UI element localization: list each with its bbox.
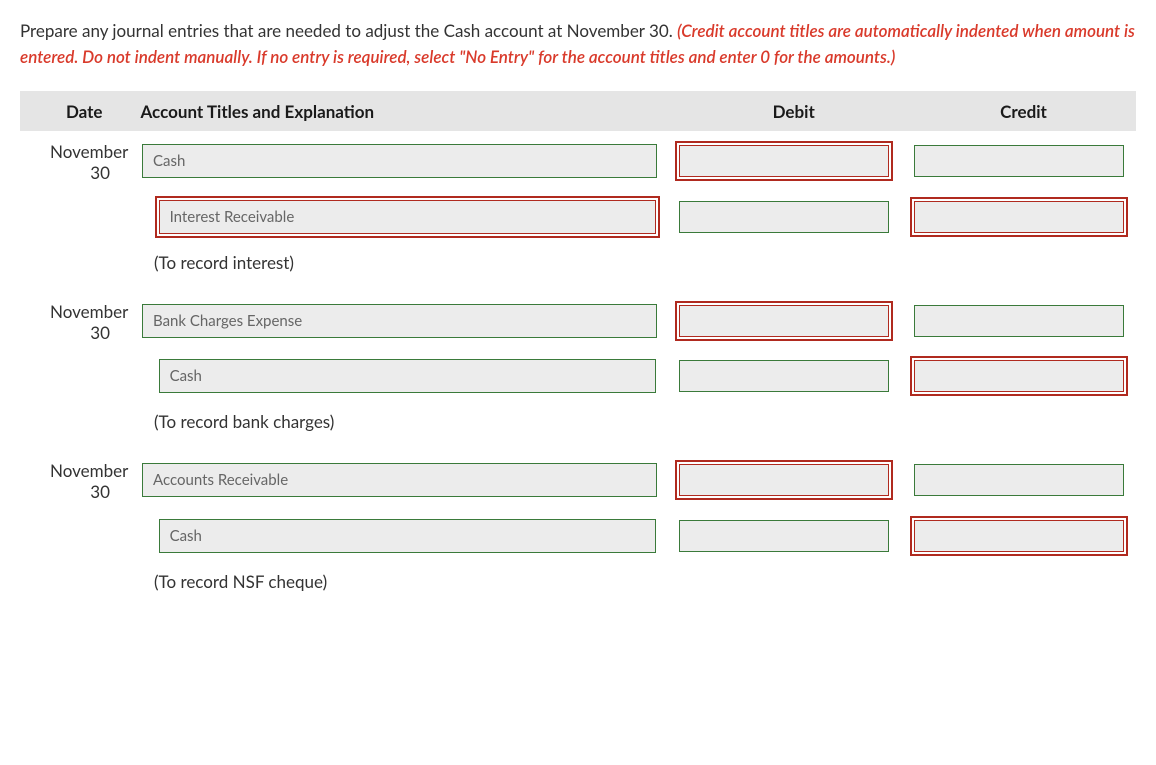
instruction-plain: Prepare any journal entries that are nee… bbox=[20, 20, 677, 41]
table-header-row: Date Account Titles and Explanation Debi… bbox=[20, 91, 1136, 131]
date-cell: November30 bbox=[20, 458, 130, 503]
credit-cell bbox=[911, 305, 1136, 337]
debit-cell bbox=[676, 360, 911, 392]
date-cell bbox=[20, 216, 129, 218]
journal-line: November30 Cash bbox=[20, 131, 1136, 192]
instruction-text: Prepare any journal entries that are nee… bbox=[20, 18, 1136, 69]
debit-input[interactable] bbox=[679, 360, 889, 392]
debit-input[interactable] bbox=[679, 201, 889, 233]
credit-cell bbox=[911, 520, 1136, 552]
header-account: Account Titles and Explanation bbox=[128, 101, 676, 122]
account-cell: Accounts Receivable bbox=[130, 463, 677, 497]
date-cell: November30 bbox=[20, 139, 130, 184]
credit-cell bbox=[911, 145, 1136, 177]
account-cell: Cash bbox=[129, 519, 677, 553]
date-cell bbox=[20, 535, 129, 537]
journal-line: Cash bbox=[20, 351, 1136, 401]
account-title-select[interactable]: Cash bbox=[142, 144, 657, 178]
journal-line: Interest Receivable bbox=[20, 192, 1136, 242]
debit-input[interactable] bbox=[679, 464, 889, 496]
debit-cell bbox=[677, 145, 912, 177]
credit-cell bbox=[911, 464, 1136, 496]
account-title-select[interactable]: Cash bbox=[159, 359, 657, 393]
account-cell: Interest Receivable bbox=[129, 200, 677, 234]
account-cell: Cash bbox=[129, 359, 677, 393]
account-title-select[interactable]: Cash bbox=[159, 519, 657, 553]
credit-cell bbox=[911, 360, 1136, 392]
account-title-select[interactable]: Interest Receivable bbox=[159, 200, 657, 234]
debit-input[interactable] bbox=[679, 305, 889, 337]
credit-input[interactable] bbox=[914, 145, 1124, 177]
credit-input[interactable] bbox=[914, 360, 1124, 392]
credit-input[interactable] bbox=[914, 305, 1124, 337]
credit-input[interactable] bbox=[914, 464, 1124, 496]
account-cell: Bank Charges Expense bbox=[130, 304, 677, 338]
journal-line: November30 Bank Charges Expense bbox=[20, 291, 1136, 352]
debit-cell bbox=[676, 520, 911, 552]
account-cell: Cash bbox=[130, 144, 677, 178]
journal-entries-container: November30 Cash Interest Receivable (To rec… bbox=[20, 131, 1136, 610]
debit-cell bbox=[676, 201, 911, 233]
debit-cell bbox=[677, 464, 912, 496]
debit-cell bbox=[677, 305, 912, 337]
credit-input[interactable] bbox=[914, 201, 1124, 233]
header-debit: Debit bbox=[676, 101, 911, 122]
explanation-row: (To record NSF cheque) bbox=[20, 561, 1136, 610]
debit-input[interactable] bbox=[679, 145, 889, 177]
account-title-select[interactable]: Bank Charges Expense bbox=[142, 304, 657, 338]
explanation-text: (To record NSF cheque) bbox=[142, 571, 690, 592]
date-cell: November30 bbox=[20, 299, 130, 344]
header-credit: Credit bbox=[911, 101, 1136, 122]
journal-line: November30 Accounts Receivable bbox=[20, 450, 1136, 511]
debit-input[interactable] bbox=[679, 520, 889, 552]
explanation-row: (To record bank charges) bbox=[20, 401, 1136, 450]
explanation-text: (To record bank charges) bbox=[142, 411, 690, 432]
date-cell bbox=[20, 375, 129, 377]
credit-input[interactable] bbox=[914, 520, 1124, 552]
credit-cell bbox=[911, 201, 1136, 233]
explanation-row: (To record interest) bbox=[20, 242, 1136, 291]
account-title-select[interactable]: Accounts Receivable bbox=[142, 463, 657, 497]
journal-line: Cash bbox=[20, 511, 1136, 561]
explanation-text: (To record interest) bbox=[142, 252, 690, 273]
header-date: Date bbox=[20, 101, 128, 122]
